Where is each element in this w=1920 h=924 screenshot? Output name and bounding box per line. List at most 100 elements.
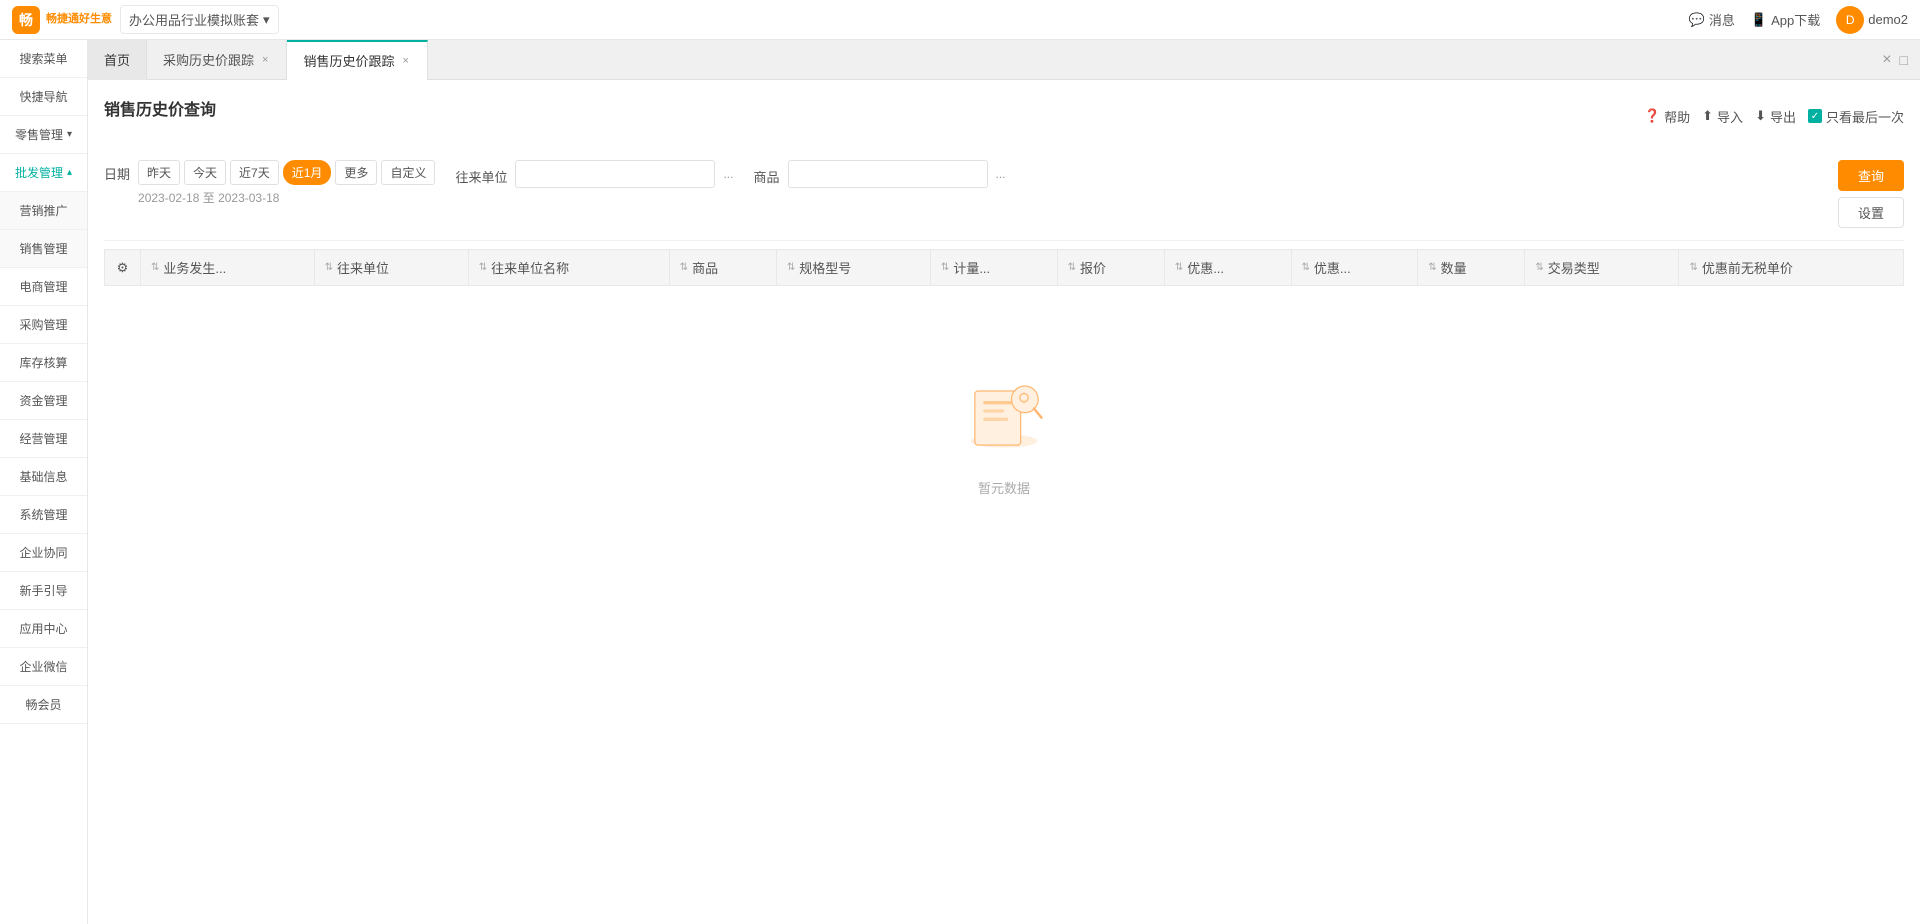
help-action[interactable]: ❓ 帮助	[1644, 107, 1690, 126]
date-filter-options: 昨天 今天 近7天 近1月 更多 自定义 2023-02-18 至 2023-0…	[138, 160, 435, 206]
sidebar-item-quick-nav[interactable]: 快捷导航	[0, 78, 87, 116]
sidebar-item-ecommerce[interactable]: 电商管理	[0, 268, 87, 306]
user-profile[interactable]: D demo2	[1836, 6, 1908, 34]
sidebar-item-label: 快捷导航	[19, 88, 67, 105]
date-range-text: 2023-02-18 至 2023-03-18	[138, 189, 435, 206]
sort-icon: ⇅	[479, 262, 487, 273]
sidebar-item-label: 资金管理	[19, 392, 67, 409]
sidebar-item-vip[interactable]: 畅会员	[0, 686, 87, 724]
goods-input[interactable]	[788, 160, 988, 188]
col-settings[interactable]: ⚙	[105, 250, 141, 286]
date-filter-label: 日期	[104, 160, 130, 183]
empty-icon	[954, 366, 1054, 466]
app-selector[interactable]: 办公用品行业模拟账套 ▾	[120, 5, 279, 34]
top-header: 畅 畅捷通好生意 办公用品行业模拟账套 ▾ 💬 消息 📱 App下载 D dem…	[0, 0, 1920, 40]
sidebar-item-wechat[interactable]: 企业微信	[0, 648, 87, 686]
settings-icon[interactable]: ⚙	[117, 260, 129, 275]
tab-sales[interactable]: 销售历史价跟踪 ×	[287, 40, 427, 80]
sidebar-item-guide[interactable]: 新手引导	[0, 572, 87, 610]
import-action[interactable]: ⬆ 导入	[1702, 107, 1743, 126]
sidebar-item-label: 企业微信	[19, 658, 67, 675]
chevron-up-icon: ▴	[67, 167, 72, 178]
col-discount2[interactable]: ⇅ 优惠...	[1291, 250, 1418, 286]
sidebar-item-marketing[interactable]: 营销推广	[0, 192, 87, 230]
sidebar-item-ops[interactable]: 经营管理	[0, 420, 87, 458]
header-right: 💬 消息 📱 App下载 D demo2	[1689, 6, 1908, 34]
col-unit[interactable]: ⇅ 计量...	[930, 250, 1057, 286]
sidebar-item-label: 电商管理	[19, 278, 67, 295]
sidebar-item-app-center[interactable]: 应用中心	[0, 610, 87, 648]
sidebar-item-label: 经营管理	[19, 430, 67, 447]
col-biz-date[interactable]: ⇅ 业务发生...	[141, 250, 315, 286]
query-button[interactable]: 查询	[1838, 160, 1904, 191]
checkbox-icon: ✓	[1808, 109, 1822, 123]
partner-input[interactable]	[515, 160, 715, 188]
logo-text: 畅捷通好生意	[46, 12, 112, 26]
tab-label: 销售历史价跟踪	[303, 51, 394, 70]
maximize-window-icon[interactable]: □	[1900, 52, 1908, 68]
partner-dots[interactable]: ...	[723, 167, 733, 181]
tab-home[interactable]: 首页	[88, 40, 147, 80]
app-selector-label: 办公用品行业模拟账套	[129, 10, 259, 29]
only-last-checkbox[interactable]: ✓ 只看最后一次	[1808, 107, 1904, 126]
close-icon[interactable]: ×	[260, 52, 270, 68]
col-goods[interactable]: ⇅ 商品	[669, 250, 776, 286]
content-area: 首页 采购历史价跟踪 × 销售历史价跟踪 × × □ 销售历史价查询	[88, 40, 1920, 924]
col-pretax-price[interactable]: ⇅ 优惠前无税单价	[1679, 250, 1904, 286]
sidebar-item-sales-mgmt[interactable]: 销售管理	[0, 230, 87, 268]
sort-icon: ⇅	[1175, 262, 1183, 273]
tab-purchase[interactable]: 采购历史价跟踪 ×	[147, 40, 287, 80]
sidebar-item-label: 采购管理	[19, 316, 67, 333]
sidebar-item-enterprise[interactable]: 企业协同	[0, 534, 87, 572]
sort-icon: ⇅	[1689, 262, 1697, 273]
logo-area: 畅 畅捷通好生意	[12, 6, 112, 34]
help-icon: ❓	[1644, 108, 1660, 124]
sort-icon: ⇅	[787, 262, 795, 273]
col-partner-name[interactable]: ⇅ 往来单位名称	[468, 250, 669, 286]
date-filter-group: 日期 昨天 今天 近7天 近1月 更多 自定义 2023-02-18 至 202…	[104, 160, 435, 206]
col-price[interactable]: ⇅ 报价	[1057, 250, 1164, 286]
sidebar-item-label: 新手引导	[19, 582, 67, 599]
col-partner-code[interactable]: ⇅ 往来单位	[314, 250, 468, 286]
date-btn-yesterday[interactable]: 昨天	[138, 160, 180, 185]
page-title: 销售历史价查询	[104, 96, 216, 120]
settings-button[interactable]: 设置	[1838, 197, 1904, 228]
sort-icon: ⇅	[151, 262, 159, 273]
partner-filter-group: 往来单位 ...	[455, 160, 733, 188]
export-action[interactable]: ⬇ 导出	[1755, 107, 1796, 126]
col-discount1[interactable]: ⇅ 优惠...	[1164, 250, 1291, 286]
tab-label: 采购历史价跟踪	[163, 50, 254, 69]
sidebar-item-label: 批发管理	[15, 164, 63, 181]
date-btn-more[interactable]: 更多	[335, 160, 377, 185]
message-action[interactable]: 💬 消息	[1689, 10, 1735, 29]
sidebar-item-retail-mgmt[interactable]: 零售管理 ▾	[0, 116, 87, 154]
sidebar-item-label: 基础信息	[19, 468, 67, 485]
sidebar-item-sys-mgmt[interactable]: 系统管理	[0, 496, 87, 534]
sidebar-item-search-menu[interactable]: 搜索菜单	[0, 40, 87, 78]
app-download-action[interactable]: 📱 App下载	[1751, 10, 1820, 29]
col-spec[interactable]: ⇅ 规格型号	[776, 250, 930, 286]
header-left: 畅 畅捷通好生意 办公用品行业模拟账套 ▾	[12, 5, 279, 34]
date-btn-7days[interactable]: 近7天	[230, 160, 279, 185]
date-btn-1month[interactable]: 近1月	[283, 160, 332, 185]
chevron-down-icon: ▾	[263, 12, 270, 28]
goods-dots[interactable]: ...	[996, 167, 1006, 181]
sidebar-item-inventory[interactable]: 库存核算	[0, 344, 87, 382]
col-trade-type[interactable]: ⇅ 交易类型	[1525, 250, 1679, 286]
sidebar-item-label: 搜索菜单	[19, 50, 67, 67]
sidebar-item-wholesale-mgmt[interactable]: 批发管理 ▴	[0, 154, 87, 192]
sidebar-item-finance[interactable]: 资金管理	[0, 382, 87, 420]
goods-filter-group: 商品 ...	[753, 160, 1005, 188]
partner-filter-label: 往来单位	[455, 163, 507, 186]
date-btn-custom[interactable]: 自定义	[381, 160, 435, 185]
chevron-down-icon: ▾	[67, 129, 72, 140]
col-qty[interactable]: ⇅ 数量	[1418, 250, 1525, 286]
close-window-icon[interactable]: ×	[1882, 51, 1891, 69]
date-btn-today[interactable]: 今天	[184, 160, 226, 185]
sidebar-item-purchase[interactable]: 采购管理	[0, 306, 87, 344]
sidebar-item-label: 零售管理	[15, 126, 63, 143]
toolbar-right: ❓ 帮助 ⬆ 导入 ⬇ 导出 ✓ 只看最后一次	[1644, 107, 1904, 126]
export-icon: ⬇	[1755, 108, 1766, 124]
close-icon[interactable]: ×	[400, 53, 410, 69]
sidebar-item-basic-info[interactable]: 基础信息	[0, 458, 87, 496]
